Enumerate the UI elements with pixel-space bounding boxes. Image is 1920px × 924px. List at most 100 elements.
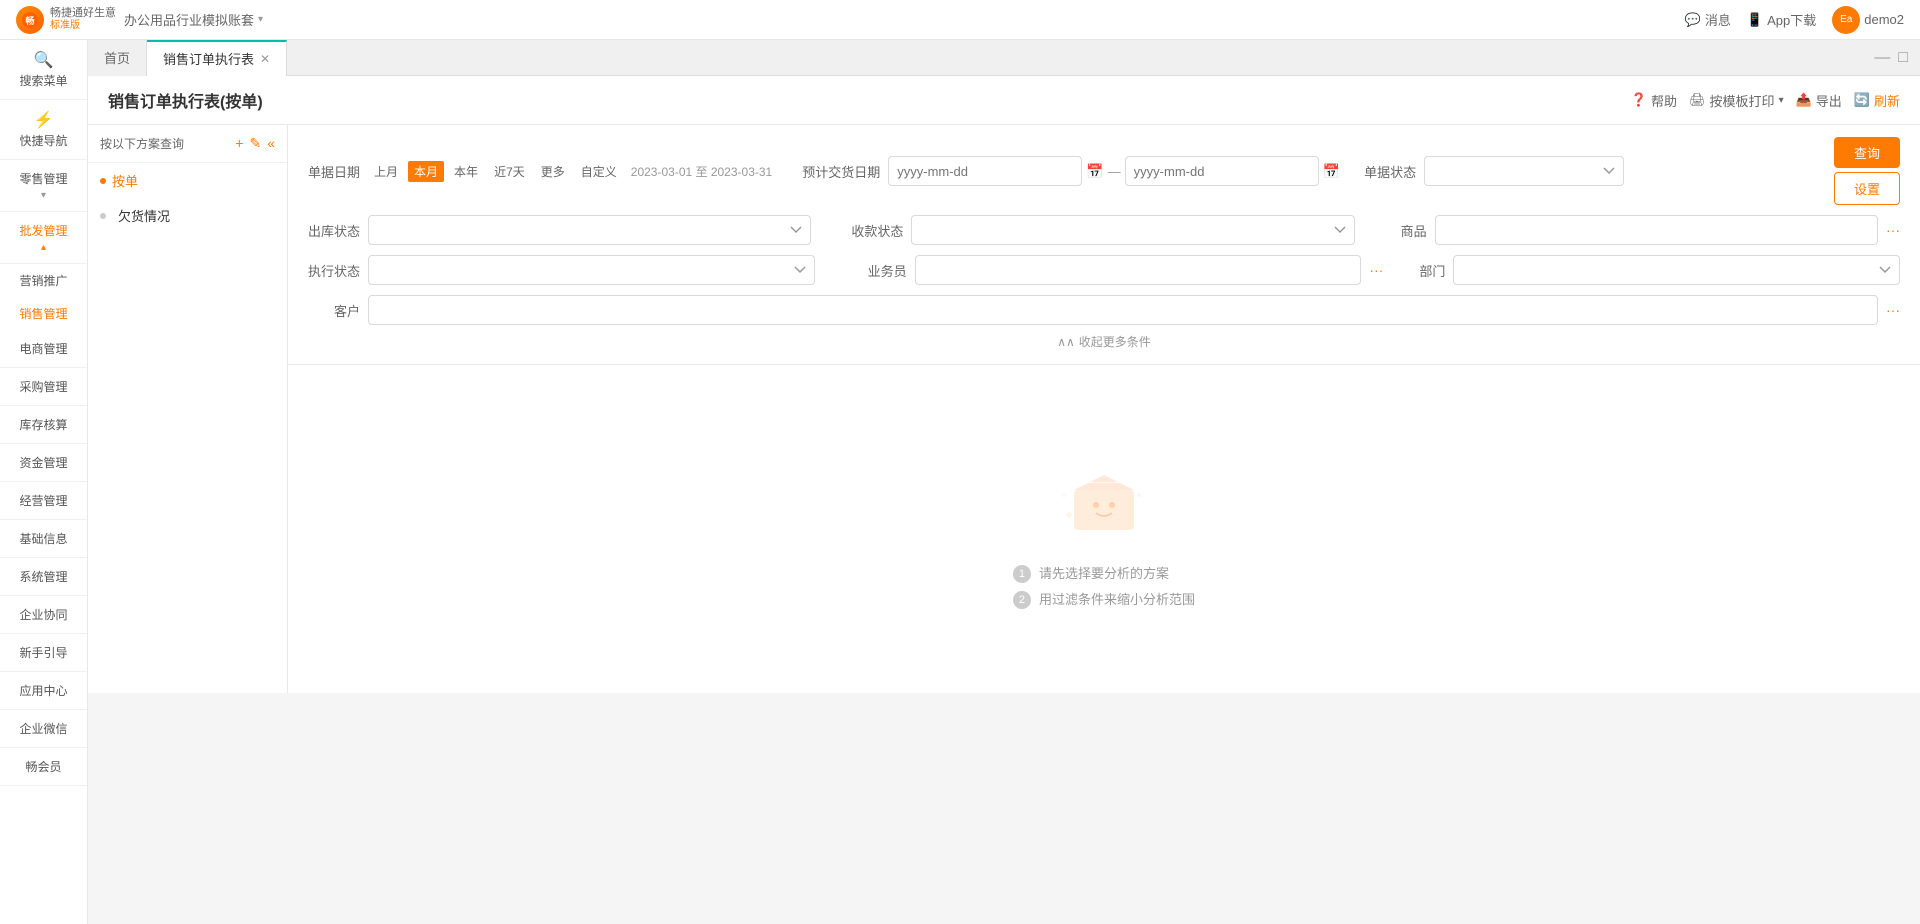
sidebar-item-retail[interactable]: 零售管理 ▾: [0, 160, 87, 212]
sidebar-item-newbie[interactable]: 新手引导: [0, 634, 87, 672]
collapse-icon: ∧∧: [1057, 335, 1075, 349]
collapse-row: ∧∧ 收起更多条件: [308, 329, 1900, 352]
sidebar-item-purchase[interactable]: 采购管理: [0, 368, 87, 406]
status-select[interactable]: [1424, 156, 1624, 186]
sidebar-item-basic[interactable]: 基础信息: [0, 520, 87, 558]
help-btn[interactable]: ❓ 帮助: [1631, 91, 1677, 110]
goods-label: 商品: [1395, 221, 1435, 240]
tab-sales-order[interactable]: 销售订单执行表 ✕: [147, 40, 287, 76]
top-bar-right: 💬 消息 📱 App下载 Ea demo2: [1685, 6, 1904, 34]
collapse-button[interactable]: ∧∧ 收起更多条件: [1057, 333, 1151, 350]
outbound-label: 出库状态: [308, 221, 368, 240]
avatar: Ea: [1832, 6, 1860, 34]
sidebar-item-ecommerce[interactable]: 电商管理: [0, 330, 87, 368]
tab-bar-actions: — □: [1862, 49, 1920, 67]
app-download-btn[interactable]: 📱 App下载: [1747, 10, 1816, 29]
salesperson-input[interactable]: [915, 255, 1362, 285]
empty-tips: 1 请先选择要分析的方案 2 用过滤条件来缩小分析范围: [1013, 561, 1195, 613]
sidebar-item-finance[interactable]: 资金管理: [0, 444, 87, 482]
sidebar-item-wechat[interactable]: 企业微信: [0, 710, 87, 748]
execution-select[interactable]: [368, 255, 815, 285]
calendar-end-icon[interactable]: 📅: [1323, 163, 1340, 180]
date-btn-last-month[interactable]: 上月: [368, 161, 404, 182]
empty-state: 1 请先选择要分析的方案 2 用过滤条件来缩小分析范围: [1013, 365, 1195, 693]
page-title: 销售订单执行表(按单): [108, 88, 263, 112]
template-print-btn[interactable]: 🖨 按模板打印 ▾: [1689, 91, 1784, 110]
goods-more-btn[interactable]: ···: [1886, 222, 1900, 238]
scheme-edit-btn[interactable]: ✎: [249, 135, 261, 152]
single-date-label: 单据日期: [308, 162, 368, 181]
print-icon: 🖨: [1689, 92, 1706, 108]
export-btn[interactable]: 📤 导出: [1796, 91, 1842, 110]
sidebar-group-item-sales[interactable]: 销售管理: [0, 297, 87, 330]
filter-row-2: 出库状态 收款状态 商品 ···: [308, 215, 1900, 245]
main-layout: 🔍 搜索菜单 ⚡ 快捷导航 零售管理 ▾ 批发管理 ▴ 营销推广 销售管理 电商…: [0, 40, 1920, 924]
page-header: 销售订单执行表(按单) ❓ 帮助 🖨 按模板打印 ▾ 📤 导出: [88, 76, 1920, 125]
sidebar-item-app-center[interactable]: 应用中心: [0, 672, 87, 710]
goods-input[interactable]: [1435, 215, 1878, 245]
delivery-date-end[interactable]: [1125, 156, 1319, 186]
scheme-dot: [100, 178, 106, 184]
content-area: 首页 销售订单执行表 ✕ — □ 销售订单执行表(按单) ❓ 帮助: [88, 40, 1920, 924]
execution-label: 执行状态: [308, 261, 368, 280]
date-btn-this-month[interactable]: 本月: [408, 161, 444, 182]
empty-tip-1: 1 请先选择要分析的方案: [1013, 561, 1195, 587]
scheme-add-btn[interactable]: +: [235, 135, 243, 152]
filter-area: 单据日期 上月 本月 本年 近7天 更多 自定义 2023-03-01 至 20…: [288, 125, 1920, 365]
settings-button[interactable]: 设置: [1834, 172, 1900, 205]
sidebar-item-enterprise[interactable]: 企业协同: [0, 596, 87, 634]
tab-close-icon[interactable]: ✕: [260, 52, 270, 66]
svg-text:畅: 畅: [25, 15, 34, 26]
tab-minimize-btn[interactable]: —: [1874, 49, 1890, 67]
outbound-select[interactable]: [368, 215, 811, 245]
query-button[interactable]: 查询: [1834, 137, 1900, 168]
sidebar-item-management[interactable]: 经营管理: [0, 482, 87, 520]
scheme-collapse-btn[interactable]: «: [267, 135, 275, 152]
scheme-item-backorder[interactable]: 欠货情况: [88, 198, 287, 233]
salesperson-more-btn[interactable]: ···: [1369, 262, 1383, 278]
tab-home[interactable]: 首页: [88, 40, 147, 76]
logo-icon: 畅: [16, 6, 44, 34]
sidebar-item-system[interactable]: 系统管理: [0, 558, 87, 596]
sidebar-item-quick-nav[interactable]: ⚡ 快捷导航: [0, 100, 87, 160]
customer-more-btn[interactable]: ···: [1886, 302, 1900, 318]
date-btn-7days[interactable]: 近7天: [488, 161, 531, 182]
message-btn[interactable]: 💬 消息: [1685, 10, 1731, 29]
status-label: 单据状态: [1360, 162, 1416, 181]
delivery-date-area: 预计交货日期 📅 — 📅: [802, 156, 1340, 186]
date-separator: —: [1108, 164, 1121, 179]
delivery-date-start[interactable]: [888, 156, 1082, 186]
refresh-btn[interactable]: 🔄 刷新: [1854, 91, 1900, 110]
user-area[interactable]: Ea demo2: [1832, 6, 1904, 34]
calendar-start-icon[interactable]: 📅: [1086, 163, 1103, 180]
tip-num-2: 2: [1013, 591, 1031, 609]
scheme-actions: + ✎ «: [235, 135, 275, 152]
delivery-date-label: 预计交货日期: [802, 162, 880, 181]
empty-area: 1 请先选择要分析的方案 2 用过滤条件来缩小分析范围: [288, 365, 1920, 693]
tab-maximize-btn[interactable]: □: [1898, 49, 1908, 67]
date-btn-more[interactable]: 更多: [535, 161, 571, 182]
sidebar-group-item-marketing[interactable]: 营销推广: [0, 264, 87, 297]
query-action-area: 查询 设置: [1834, 137, 1900, 205]
sidebar-item-member[interactable]: 畅会员: [0, 748, 87, 786]
department-select[interactable]: [1453, 255, 1900, 285]
date-btn-this-year[interactable]: 本年: [448, 161, 484, 182]
customer-input[interactable]: [368, 295, 1878, 325]
department-label: 部门: [1413, 261, 1453, 280]
collection-label: 收款状态: [851, 221, 911, 240]
logo-area: 畅 畅捷通好生意 标准版: [16, 6, 116, 34]
sidebar-item-inventory[interactable]: 库存核算: [0, 406, 87, 444]
message-icon: 💬: [1685, 12, 1701, 28]
filter-row-1: 单据日期 上月 本月 本年 近7天 更多 自定义 2023-03-01 至 20…: [308, 137, 1900, 205]
sidebar-item-wholesale[interactable]: 批发管理 ▴: [0, 212, 87, 264]
tab-bar: 首页 销售订单执行表 ✕ — □: [88, 40, 1920, 76]
breadcrumb-dropdown[interactable]: 办公用品行业模拟账套 ▾: [124, 10, 263, 29]
scheme-item-order[interactable]: 按单: [88, 163, 287, 198]
print-dropdown-icon: ▾: [1779, 95, 1784, 106]
collection-select[interactable]: [911, 215, 1354, 245]
refresh-icon: 🔄: [1854, 92, 1870, 108]
status-area: 单据状态: [1360, 156, 1834, 186]
date-btn-custom[interactable]: 自定义: [575, 161, 623, 182]
sidebar-item-search-menu[interactable]: 🔍 搜索菜单: [0, 40, 87, 100]
sidebar-group-wholesale: 营销推广 销售管理: [0, 264, 87, 330]
